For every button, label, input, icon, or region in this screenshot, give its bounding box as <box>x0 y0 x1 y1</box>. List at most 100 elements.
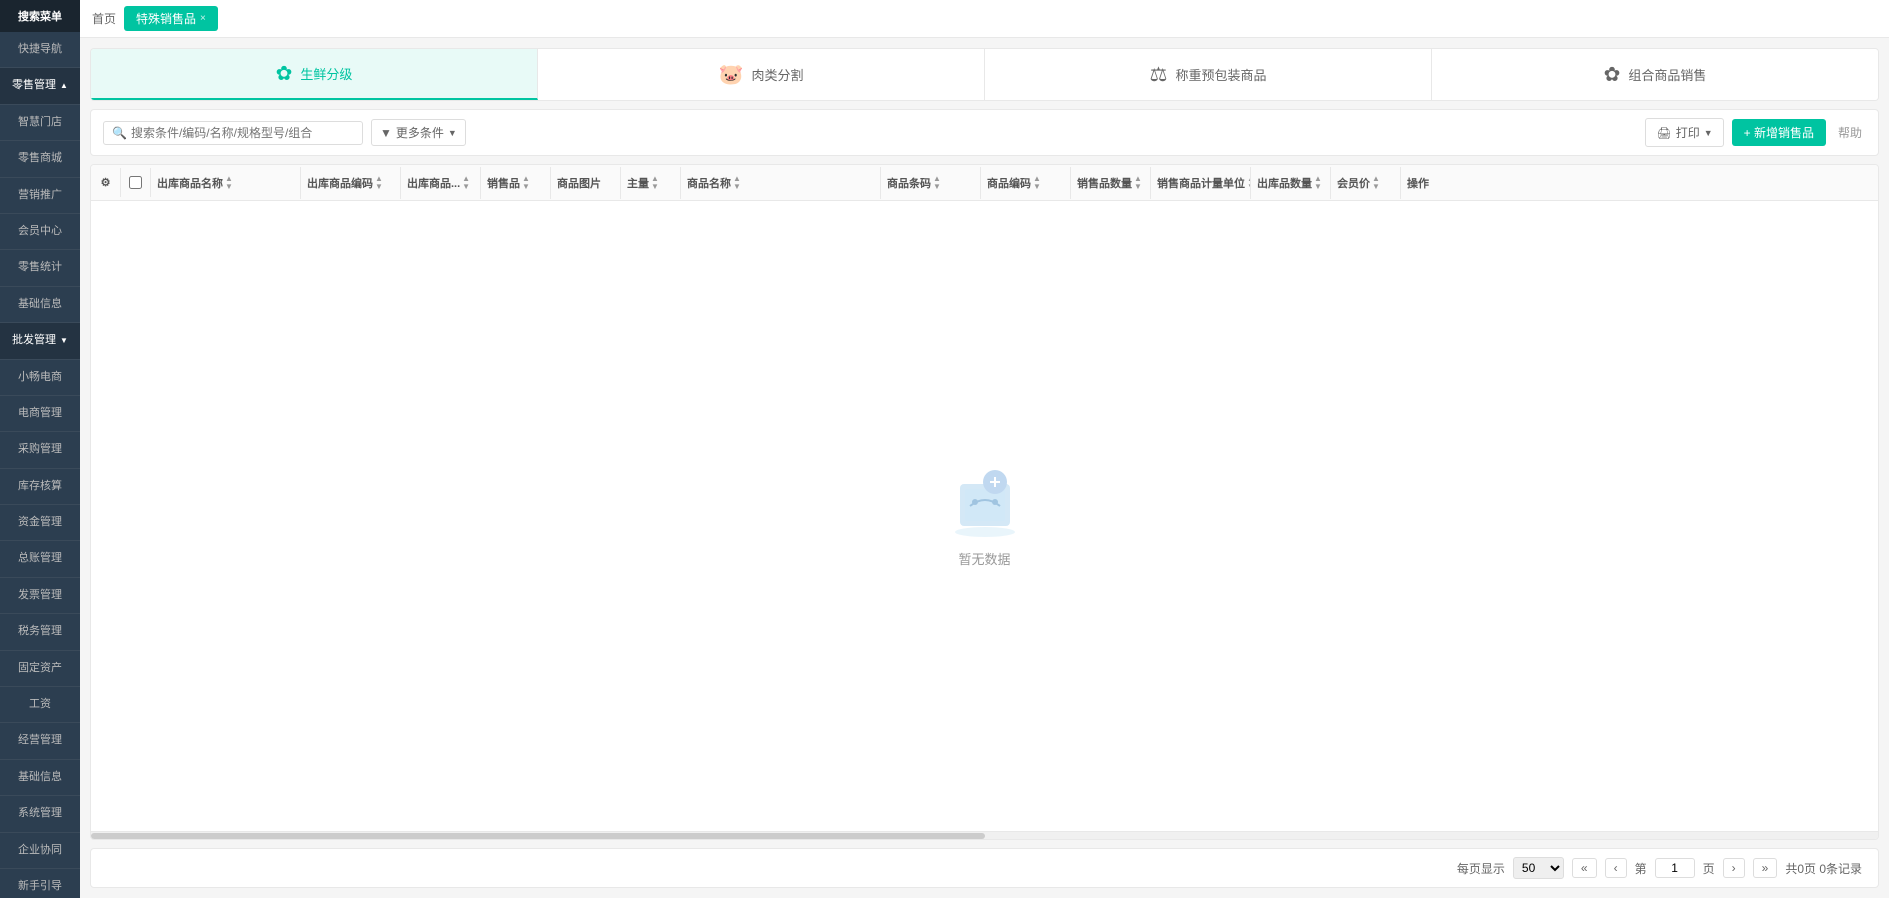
settings-icon: ⚙ <box>101 176 111 189</box>
sidebar-item-wholesale-mgmt[interactable]: 批发管理 ▼ <box>0 323 80 359</box>
topbar-home[interactable]: 首页 <box>92 10 116 27</box>
sidebar-item-basic-info[interactable]: 基础信息 <box>0 287 80 323</box>
search-box[interactable]: 🔍 <box>103 121 363 145</box>
toolbar-right: 🖨 打印 ▼ + 新增销售品 帮助 <box>1645 118 1866 147</box>
sidebar-item-retail-mall[interactable]: 零售商城 <box>0 141 80 177</box>
sort-out-code[interactable]: ▲▼ <box>375 175 383 191</box>
page-suffix: 页 <box>1703 860 1715 877</box>
sidebar-item-quick-nav[interactable]: 快捷导航 <box>0 32 80 68</box>
topbar-tab-close[interactable]: × <box>200 13 206 24</box>
sidebar-item-smart-store[interactable]: 智慧门店 <box>0 105 80 141</box>
th-settings[interactable]: ⚙ <box>91 168 121 197</box>
th-member-price: 会员价 ▲▼ <box>1331 167 1401 199</box>
sidebar-item-inventory[interactable]: 库存核算 <box>0 469 80 505</box>
tab-weigh-pack[interactable]: ⚖ 称重预包装商品 <box>985 49 1432 100</box>
sidebar-item-member-center[interactable]: 会员中心 <box>0 214 80 250</box>
sidebar-item-corp-agreement[interactable]: 企业协同 <box>0 833 80 869</box>
sort-out-name[interactable]: ▲▼ <box>225 175 233 191</box>
th-out-name: 出库商品名称 ▲▼ <box>151 167 301 199</box>
th-unit: 销售商品计量单位 ▲▼ <box>1151 167 1251 199</box>
tab-weigh-pack-label: 称重预包装商品 <box>1175 65 1266 84</box>
search-input[interactable] <box>131 126 351 140</box>
page-next-button[interactable]: › <box>1723 858 1745 878</box>
combo-sale-icon: ✿ <box>1604 62 1621 87</box>
tab-combo-sale[interactable]: ✿ 组合商品销售 <box>1432 49 1878 100</box>
sort-sale-item[interactable]: ▲▼ <box>522 175 530 191</box>
th-img: 商品图片 <box>551 167 621 199</box>
print-button[interactable]: 🖨 打印 ▼ <box>1645 118 1723 147</box>
meat-split-icon: 🐷 <box>719 62 744 87</box>
print-label: 打印 <box>1676 124 1700 141</box>
sidebar-item-fixed-assets[interactable]: 固定资产 <box>0 651 80 687</box>
th-name2: 商品名称 ▲▼ <box>681 167 881 199</box>
per-page-label: 每页显示 <box>1457 860 1505 877</box>
sidebar-item-purchase-mgmt[interactable]: 采购管理 <box>0 432 80 468</box>
empty-illustration <box>940 464 1030 539</box>
fresh-grade-icon: ✿ <box>276 61 293 86</box>
sort-barcode[interactable]: ▲▼ <box>933 175 941 191</box>
sort-ecode[interactable]: ▲▼ <box>1033 175 1041 191</box>
page-label: 第 <box>1635 860 1647 877</box>
table-scroll-bar[interactable] <box>91 831 1878 839</box>
sort-name2[interactable]: ▲▼ <box>733 175 741 191</box>
sidebar-item-general-ledger[interactable]: 总账管理 <box>0 541 80 577</box>
th-action: 操作 <box>1401 167 1451 199</box>
pagination: 每页显示 50 10 20 100 « ‹ 第 页 › » 共0页 0条记录 <box>90 848 1879 888</box>
sidebar-item-basic-info2[interactable]: 基础信息 <box>0 760 80 796</box>
help-button[interactable]: 帮助 <box>1834 120 1866 145</box>
tab-meat-split[interactable]: 🐷 肉类分割 <box>538 49 985 100</box>
new-sale-item-button[interactable]: + 新增销售品 <box>1732 119 1826 146</box>
select-all-checkbox[interactable] <box>129 176 142 189</box>
weigh-pack-icon: ⚖ <box>1150 62 1168 87</box>
table-scroll-thumb[interactable] <box>91 833 985 839</box>
table-body-empty: 暂无数据 <box>91 201 1878 831</box>
sidebar-item-sys-mgmt[interactable]: 系统管理 <box>0 796 80 832</box>
th-ecode: 商品编码 ▲▼ <box>981 167 1071 199</box>
toolbar: 🔍 ▼ 更多条件 ▼ 🖨 打印 ▼ + 新增销售品 帮助 <box>90 109 1879 156</box>
sidebar-item-ops-mgmt[interactable]: 经营管理 <box>0 723 80 759</box>
page-content: ✿ 生鲜分级 🐷 肉类分割 ⚖ 称重预包装商品 ✿ 组合商品销售 🔍 <box>80 38 1889 898</box>
filter-button[interactable]: ▼ 更多条件 ▼ <box>371 119 466 146</box>
tab-fresh-grade-label: 生鲜分级 <box>300 64 352 83</box>
empty-text: 暂无数据 <box>958 549 1010 568</box>
sidebar-item-retail-mgmt[interactable]: 零售管理 ▲ <box>0 68 80 104</box>
th-out-spec: 出库商品... ▲▼ <box>401 167 481 199</box>
per-page-select[interactable]: 50 10 20 100 <box>1513 857 1564 879</box>
page-number-input[interactable] <box>1655 858 1695 878</box>
sidebar-logo[interactable]: 搜索菜单 <box>0 0 80 32</box>
sidebar-item-hr[interactable]: 工资 <box>0 687 80 723</box>
tab-fresh-grade[interactable]: ✿ 生鲜分级 <box>91 49 538 100</box>
filter-icon: ▼ <box>380 126 392 140</box>
sidebar-item-capital-mgmt[interactable]: 资金管理 <box>0 505 80 541</box>
wholesale-mgmt-arrow: ▼ <box>60 335 68 346</box>
tab-combo-sale-label: 组合商品销售 <box>1628 65 1706 84</box>
table-header: ⚙ 出库商品名称 ▲▼ 出库商品编码 ▲▼ 出库商品... ▲▼ <box>91 165 1878 201</box>
sort-out-qty[interactable]: ▲▼ <box>1314 175 1322 191</box>
sidebar-item-mini-ecom[interactable]: 小畅电商 <box>0 360 80 396</box>
topbar: 首页 特殊销售品 × <box>80 0 1889 38</box>
page-first-button[interactable]: « <box>1572 858 1597 878</box>
sort-weight[interactable]: ▲▼ <box>651 175 659 191</box>
tab-cards: ✿ 生鲜分级 🐷 肉类分割 ⚖ 称重预包装商品 ✿ 组合商品销售 <box>90 48 1879 101</box>
topbar-tab-label: 特殊销售品 <box>136 10 196 27</box>
tab-meat-split-label: 肉类分割 <box>751 65 803 84</box>
page-prev-button[interactable]: ‹ <box>1605 858 1627 878</box>
sidebar-item-ecom-mgmt[interactable]: 电商管理 <box>0 396 80 432</box>
sidebar-item-retail-stats[interactable]: 零售统计 <box>0 250 80 286</box>
sidebar: 搜索菜单 快捷导航 零售管理 ▲ 智慧门店 零售商城 营销推广 会员中心 零售统… <box>0 0 80 898</box>
search-icon: 🔍 <box>112 126 127 140</box>
sidebar-item-invoice-mgmt[interactable]: 发票管理 <box>0 578 80 614</box>
sort-out-spec[interactable]: ▲▼ <box>462 175 470 191</box>
page-last-button[interactable]: » <box>1753 858 1778 878</box>
filter-label: 更多条件 <box>396 124 444 141</box>
topbar-active-tab[interactable]: 特殊销售品 × <box>124 6 218 31</box>
th-check[interactable] <box>121 168 151 197</box>
th-sale-item: 销售品 ▲▼ <box>481 167 551 199</box>
sidebar-item-marketing[interactable]: 营销推广 <box>0 178 80 214</box>
data-table: ⚙ 出库商品名称 ▲▼ 出库商品编码 ▲▼ 出库商品... ▲▼ <box>90 164 1879 840</box>
sidebar-item-tax-mgmt[interactable]: 税务管理 <box>0 614 80 650</box>
sort-sale-qty[interactable]: ▲▼ <box>1134 175 1142 191</box>
toolbar-left: 🔍 ▼ 更多条件 ▼ <box>103 119 466 146</box>
sidebar-item-new-guide[interactable]: 新手引导 <box>0 869 80 898</box>
sort-member-price[interactable]: ▲▼ <box>1372 175 1380 191</box>
